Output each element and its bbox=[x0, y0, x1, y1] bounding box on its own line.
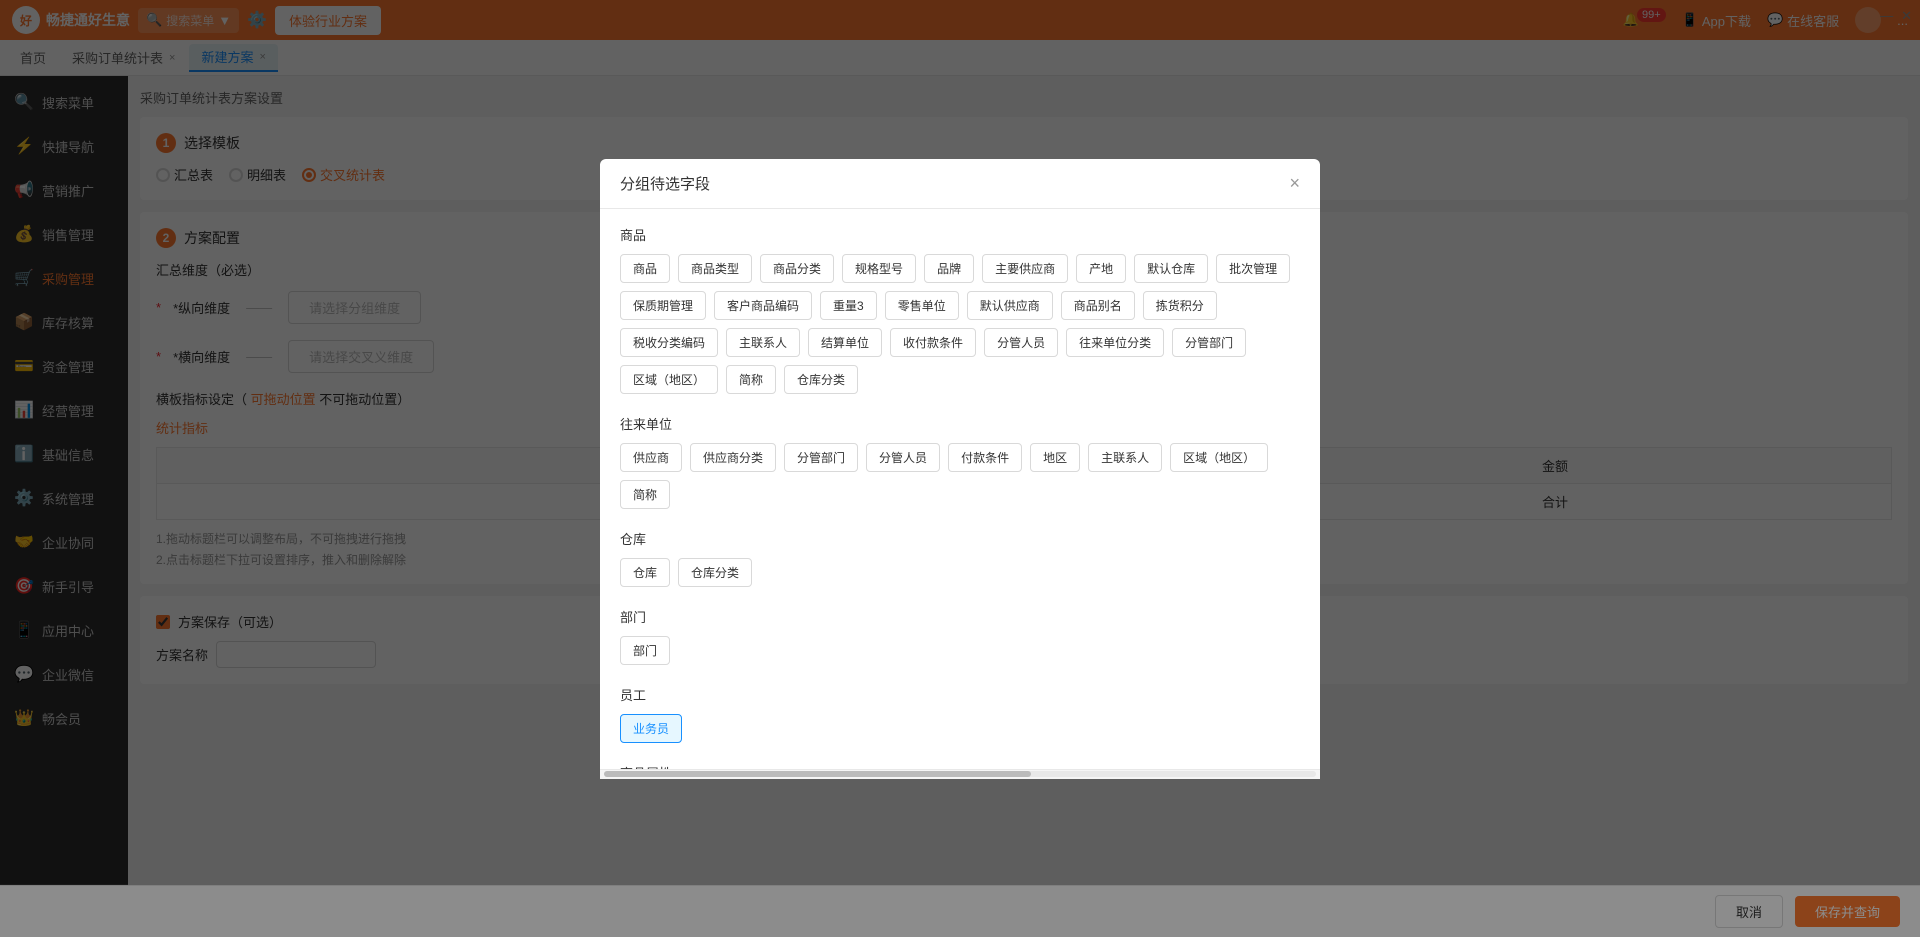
tag-goods-25[interactable]: 仓库分类 bbox=[784, 365, 858, 394]
tag-partner-0[interactable]: 供应商 bbox=[620, 443, 682, 472]
tag-goods-0[interactable]: 商品 bbox=[620, 254, 670, 283]
tag-partner-6[interactable]: 主联系人 bbox=[1088, 443, 1162, 472]
tag-goods-16[interactable]: 税收分类编码 bbox=[620, 328, 718, 357]
tag-goods-19[interactable]: 收付款条件 bbox=[890, 328, 976, 357]
tag-goods-23[interactable]: 区域（地区） bbox=[620, 365, 718, 394]
tag-partner-8[interactable]: 简称 bbox=[620, 480, 670, 509]
tag-goods-10[interactable]: 客户商品编码 bbox=[714, 291, 812, 320]
section-staff-title: 员工 bbox=[620, 685, 1300, 704]
section-goods-title: 商品 bbox=[620, 225, 1300, 244]
dialog: 分组待选字段 × 商品 商品 商品类型 商品分类 规格型号 品牌 主要供应商 产… bbox=[600, 159, 1320, 779]
hscroll-track bbox=[604, 771, 1316, 777]
tag-goods-2[interactable]: 商品分类 bbox=[760, 254, 834, 283]
tag-goods-1[interactable]: 商品类型 bbox=[678, 254, 752, 283]
tag-goods-4[interactable]: 品牌 bbox=[924, 254, 974, 283]
tag-goods-15[interactable]: 拣货积分 bbox=[1143, 291, 1217, 320]
section-warehouse-tags: 仓库 仓库分类 bbox=[620, 558, 1300, 587]
tag-warehouse-1[interactable]: 仓库分类 bbox=[678, 558, 752, 587]
tag-goods-17[interactable]: 主联系人 bbox=[726, 328, 800, 357]
section-staff: 员工 业务员 bbox=[620, 685, 1300, 743]
tag-partner-4[interactable]: 付款条件 bbox=[948, 443, 1022, 472]
section-dept-tags: 部门 bbox=[620, 636, 1300, 665]
section-dept: 部门 部门 bbox=[620, 607, 1300, 665]
section-staff-tags: 业务员 bbox=[620, 714, 1300, 743]
dialog-hscroll[interactable] bbox=[600, 769, 1320, 779]
section-warehouse-title: 仓库 bbox=[620, 529, 1300, 548]
dialog-close-icon[interactable]: × bbox=[1289, 173, 1300, 194]
dialog-body: 商品 商品 商品类型 商品分类 规格型号 品牌 主要供应商 产地 默认仓库 批次… bbox=[600, 209, 1320, 769]
section-partner-tags: 供应商 供应商分类 分管部门 分管人员 付款条件 地区 主联系人 区域（地区） … bbox=[620, 443, 1300, 509]
tag-dept-0[interactable]: 部门 bbox=[620, 636, 670, 665]
tag-partner-5[interactable]: 地区 bbox=[1030, 443, 1080, 472]
tag-goods-14[interactable]: 商品别名 bbox=[1061, 291, 1135, 320]
section-dept-title: 部门 bbox=[620, 607, 1300, 626]
tag-goods-9[interactable]: 保质期管理 bbox=[620, 291, 706, 320]
hscroll-thumb bbox=[604, 771, 1031, 777]
tag-goods-13[interactable]: 默认供应商 bbox=[967, 291, 1053, 320]
overlay: 分组待选字段 × 商品 商品 商品类型 商品分类 规格型号 品牌 主要供应商 产… bbox=[0, 0, 1920, 937]
tag-goods-6[interactable]: 产地 bbox=[1076, 254, 1126, 283]
tag-goods-18[interactable]: 结算单位 bbox=[808, 328, 882, 357]
tag-goods-5[interactable]: 主要供应商 bbox=[982, 254, 1068, 283]
tag-goods-7[interactable]: 默认仓库 bbox=[1134, 254, 1208, 283]
tag-goods-20[interactable]: 分管人员 bbox=[984, 328, 1058, 357]
tag-goods-8[interactable]: 批次管理 bbox=[1216, 254, 1290, 283]
tag-goods-22[interactable]: 分管部门 bbox=[1172, 328, 1246, 357]
tag-warehouse-0[interactable]: 仓库 bbox=[620, 558, 670, 587]
section-partner: 往来单位 供应商 供应商分类 分管部门 分管人员 付款条件 地区 主联系人 区域… bbox=[620, 414, 1300, 509]
section-goods-tags: 商品 商品类型 商品分类 规格型号 品牌 主要供应商 产地 默认仓库 批次管理 … bbox=[620, 254, 1300, 394]
tag-partner-3[interactable]: 分管人员 bbox=[866, 443, 940, 472]
tag-goods-21[interactable]: 往来单位分类 bbox=[1066, 328, 1164, 357]
tag-staff-0[interactable]: 业务员 bbox=[620, 714, 682, 743]
tag-goods-12[interactable]: 零售单位 bbox=[885, 291, 959, 320]
dialog-header: 分组待选字段 × bbox=[600, 159, 1320, 209]
tag-partner-1[interactable]: 供应商分类 bbox=[690, 443, 776, 472]
tag-goods-3[interactable]: 规格型号 bbox=[842, 254, 916, 283]
dialog-title: 分组待选字段 bbox=[620, 173, 710, 194]
section-goods: 商品 商品 商品类型 商品分类 规格型号 品牌 主要供应商 产地 默认仓库 批次… bbox=[620, 225, 1300, 394]
section-warehouse: 仓库 仓库 仓库分类 bbox=[620, 529, 1300, 587]
tag-goods-11[interactable]: 重量3 bbox=[820, 291, 877, 320]
tag-partner-7[interactable]: 区域（地区） bbox=[1170, 443, 1268, 472]
section-partner-title: 往来单位 bbox=[620, 414, 1300, 433]
tag-partner-2[interactable]: 分管部门 bbox=[784, 443, 858, 472]
tag-goods-24[interactable]: 简称 bbox=[726, 365, 776, 394]
